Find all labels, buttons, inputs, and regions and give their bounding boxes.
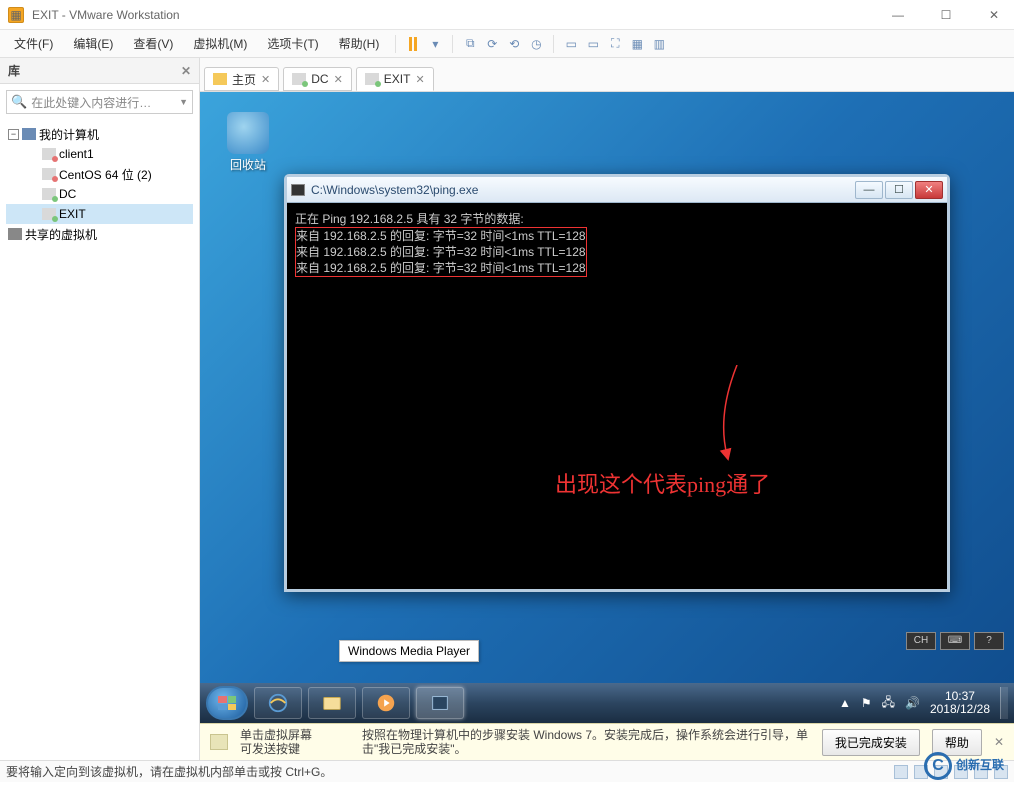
vm-icon <box>42 168 56 180</box>
hint-icon <box>210 734 228 750</box>
cmd-minimize-button[interactable]: — <box>855 181 883 199</box>
library-close-icon[interactable]: ✕ <box>181 64 191 78</box>
tree-vm-dc[interactable]: DC <box>6 184 193 204</box>
windows-taskbar: ▲ ⚑ 🖧 🔊 10:37 2018/12/28 <box>200 683 1014 723</box>
tray-volume-icon[interactable]: 🔊 <box>905 696 920 710</box>
vm-icon <box>42 188 56 200</box>
annotation-arrow <box>707 365 747 465</box>
annotation-text: 出现这个代表ping通了 <box>555 467 770 499</box>
search-icon: 🔍 <box>11 94 27 110</box>
vm-icon <box>42 208 56 220</box>
vm-icon <box>292 73 306 85</box>
vm-icon <box>365 73 379 85</box>
vm-tabs: 主页✕ DC✕ EXIT✕ <box>200 58 1014 92</box>
snapshot-revert-icon[interactable]: ⟲ <box>505 35 523 53</box>
menu-edit[interactable]: 编辑(E) <box>65 33 121 54</box>
watermark: C 创新互联 <box>924 747 1010 785</box>
cmd-icon <box>291 184 305 196</box>
windows-logo-icon <box>218 696 236 710</box>
hint-text: 按照在物理计算机中的步骤安装 Windows 7。安装完成后，操作系统会进行引导… <box>362 728 810 756</box>
show-desktop[interactable] <box>1000 687 1008 719</box>
vmware-statusbar: 要将输入定向到该虚拟机，请在虚拟机内部单击或按 Ctrl+G。 <box>0 760 1014 782</box>
ime-options-icon[interactable]: ⌨ <box>940 632 970 650</box>
guest-desktop[interactable]: 回收站 C:\Windows\system32\ping.exe — ☐ ✕ 正… <box>200 92 1014 760</box>
tray-action-icon[interactable]: ⚑ <box>861 696 872 710</box>
library-title: 库 <box>8 62 20 79</box>
cmd-close-button[interactable]: ✕ <box>915 181 943 199</box>
tree-vm-centos[interactable]: CentOS 64 位 (2) <box>6 164 193 184</box>
tab-dc[interactable]: DC✕ <box>283 67 352 91</box>
library-icon[interactable]: ▥ <box>650 35 668 53</box>
menu-tabs[interactable]: 选项卡(T) <box>259 33 326 54</box>
collapse-icon[interactable]: − <box>8 129 19 140</box>
snapshot-take-icon[interactable]: ⟳ <box>483 35 501 53</box>
search-dropdown-icon[interactable]: ▼ <box>179 97 188 107</box>
snapshot-manager-icon[interactable]: ◷ <box>527 35 545 53</box>
pause-button[interactable] <box>404 35 422 53</box>
close-button[interactable]: ✕ <box>982 8 1006 22</box>
computer-icon <box>22 128 36 140</box>
tree-vm-exit[interactable]: EXIT <box>6 204 193 224</box>
cmd-maximize-button[interactable]: ☐ <box>885 181 913 199</box>
tree-vm-client1[interactable]: client1 <box>6 144 193 164</box>
device-hdd-icon[interactable] <box>894 765 908 779</box>
shared-icon <box>8 228 22 240</box>
tree-shared-vms[interactable]: 共享的虚拟机 <box>6 224 193 244</box>
unity-icon[interactable]: ▦ <box>628 35 646 53</box>
library-search[interactable]: 🔍 在此处键入内容进行… ▼ <box>6 90 193 114</box>
recycle-bin-label: 回收站 <box>218 156 278 173</box>
menu-file[interactable]: 文件(F) <box>6 33 61 54</box>
cmd-titlebar[interactable]: C:\Windows\system32\ping.exe — ☐ ✕ <box>287 177 947 203</box>
menu-vm[interactable]: 虚拟机(M) <box>185 33 255 54</box>
menu-view[interactable]: 查看(V) <box>125 33 181 54</box>
tray-network-icon[interactable]: 🖧 <box>882 693 895 714</box>
taskbar-ie[interactable] <box>254 687 302 719</box>
tab-close-icon[interactable]: ✕ <box>415 73 424 86</box>
library-panel: 库 ✕ 🔍 在此处键入内容进行… ▼ −我的计算机 client1 CentOS… <box>0 58 200 760</box>
tray-flag-icon[interactable]: ▲ <box>839 696 851 710</box>
toolbar-dropdown-icon[interactable]: ▾ <box>426 35 444 53</box>
recycle-bin-icon <box>227 112 269 154</box>
tray-clock[interactable]: 10:37 2018/12/28 <box>930 690 990 716</box>
vmware-app-icon: ▦ <box>8 7 24 23</box>
tab-exit[interactable]: EXIT✕ <box>356 67 434 91</box>
install-hint-bar: 单击虚拟屏幕 可发送按键 按照在物理计算机中的步骤安装 Windows 7。安装… <box>200 723 1014 760</box>
fullscreen-icon[interactable]: ⛶ <box>606 35 624 53</box>
taskbar-tooltip: Windows Media Player <box>339 640 479 662</box>
view-thumb-icon[interactable]: ▭ <box>584 35 602 53</box>
ime-help-icon[interactable]: ? <box>974 632 1004 650</box>
start-button[interactable] <box>206 686 248 720</box>
library-tree: −我的计算机 client1 CentOS 64 位 (2) DC EXIT 共… <box>0 120 199 248</box>
home-icon <box>213 73 227 85</box>
status-text: 要将输入定向到该虚拟机，请在虚拟机内部单击或按 Ctrl+G。 <box>6 763 332 780</box>
done-install-button[interactable]: 我已完成安装 <box>822 729 920 756</box>
taskbar-explorer[interactable] <box>308 687 356 719</box>
system-tray: ▲ ⚑ 🖧 🔊 10:37 2018/12/28 <box>839 687 1008 719</box>
cmd-window[interactable]: C:\Windows\system32\ping.exe — ☐ ✕ 正在 Pi… <box>284 174 950 592</box>
cmd-output: 正在 Ping 192.168.2.5 具有 32 字节的数据: 来自 192.… <box>287 203 947 285</box>
tab-close-icon[interactable]: ✕ <box>334 73 343 86</box>
search-placeholder: 在此处键入内容进行… <box>31 94 175 111</box>
tree-my-computer[interactable]: −我的计算机 <box>6 124 193 144</box>
tab-home[interactable]: 主页✕ <box>204 67 279 91</box>
maximize-button[interactable]: ☐ <box>934 8 958 22</box>
taskbar-wmp[interactable] <box>362 687 410 719</box>
recycle-bin[interactable]: 回收站 <box>218 112 278 173</box>
ime-indicator[interactable]: CH <box>906 632 936 650</box>
view-console-icon[interactable]: ▭ <box>562 35 580 53</box>
ime-toolbar[interactable]: CH ⌨ ? <box>906 632 1004 650</box>
taskbar-cmd[interactable] <box>416 687 464 719</box>
vmware-titlebar: ▦ EXIT - VMware Workstation — ☐ ✕ <box>0 0 1014 30</box>
minimize-button[interactable]: — <box>886 8 910 22</box>
vmware-menubar: 文件(F) 编辑(E) 查看(V) 虚拟机(M) 选项卡(T) 帮助(H) ▾ … <box>0 30 1014 58</box>
watermark-logo-icon: C <box>924 752 952 780</box>
snapshot-icon[interactable]: ⧉ <box>461 35 479 53</box>
tab-close-icon[interactable]: ✕ <box>261 73 270 86</box>
cmd-title-text: C:\Windows\system32\ping.exe <box>311 183 478 197</box>
window-title: EXIT - VMware Workstation <box>32 8 180 22</box>
menu-help[interactable]: 帮助(H) <box>331 33 388 54</box>
vm-icon <box>42 148 56 160</box>
